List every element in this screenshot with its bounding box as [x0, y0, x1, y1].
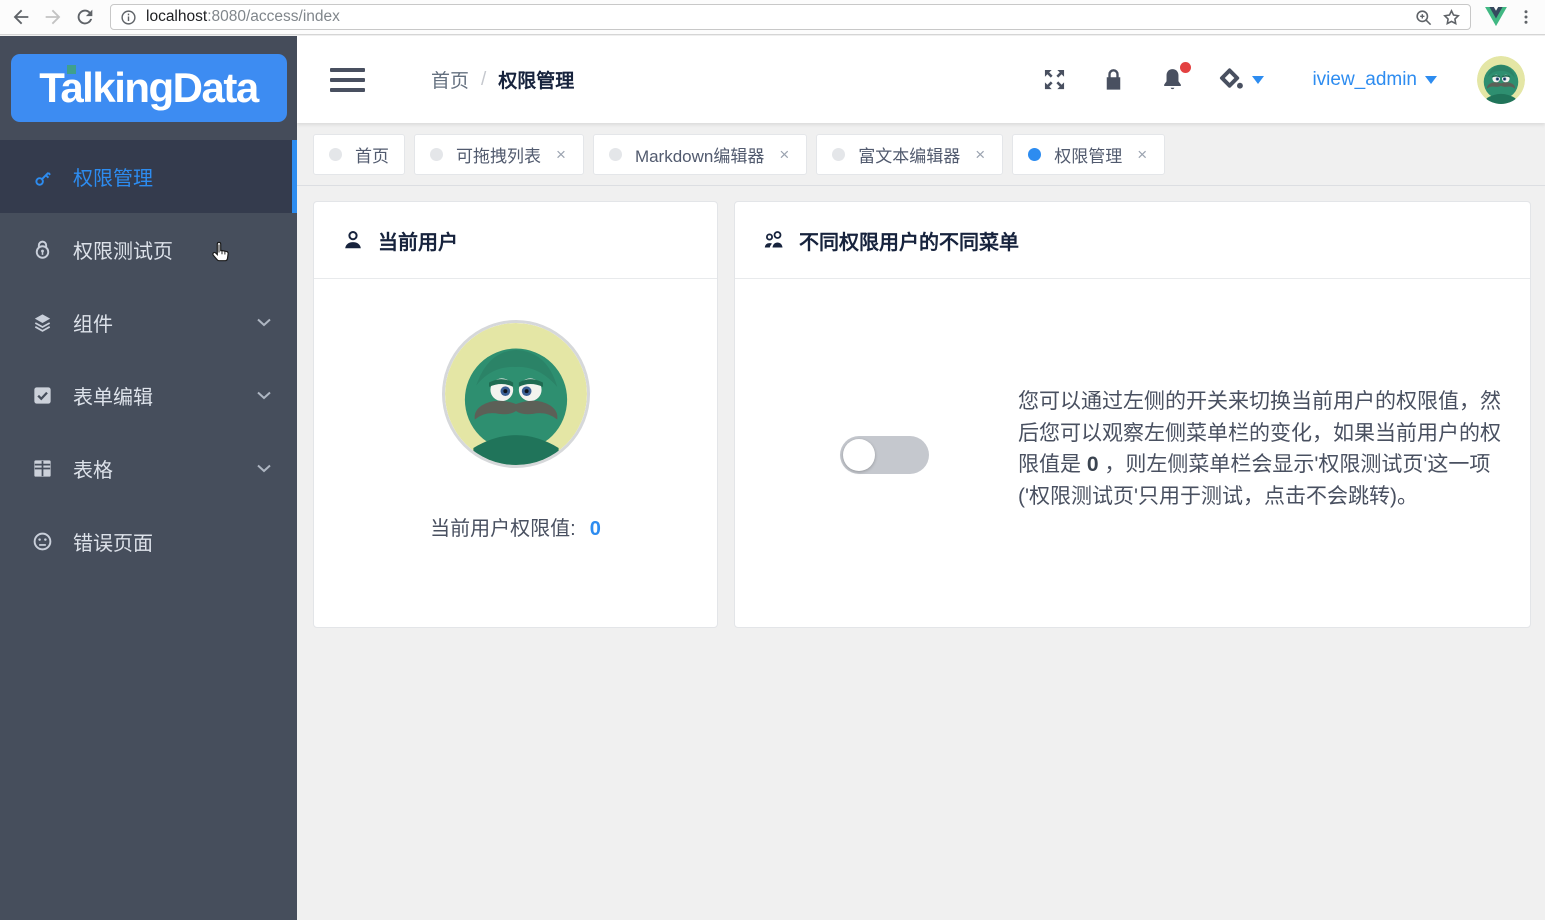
address-bar[interactable]: localhost:8080/access/index: [110, 4, 1471, 30]
toggle-knob: [843, 439, 875, 471]
url-text: localhost:8080/access/index: [146, 8, 340, 25]
username: iview_admin: [1312, 68, 1417, 90]
collapse-menu-icon[interactable]: [330, 67, 365, 92]
chevron-down-icon: [257, 318, 271, 327]
menu-permission-card-header: 不同权限用户的不同菜单: [735, 202, 1530, 279]
monster-avatar-image: [1477, 55, 1525, 104]
permission-value-line: 当前用户权限值: 0: [314, 512, 717, 541]
key-icon: [35, 172, 51, 186]
tab-close-icon[interactable]: ×: [973, 145, 987, 164]
talkingdata-logo[interactable]: TalkingData: [10, 54, 287, 122]
app-header: 首页 / 权限管理 iview_admin: [297, 36, 1545, 123]
sidebar-item-label: 组件: [73, 314, 113, 336]
app-frame: TalkingData 权限管理 权限测试页 组件 表单编辑 表格 错误页面 首…: [0, 36, 1545, 920]
sidebar-item-access-test[interactable]: 权限测试页: [0, 213, 297, 286]
tab-dot-icon: [430, 147, 443, 161]
main-area: 首页 / 权限管理 iview_admin 首页 可拖拽列表 × Markdow…: [297, 36, 1545, 920]
sidebar-item-label: 表格: [73, 460, 113, 482]
notification-badge: [1180, 62, 1192, 73]
logo-tick-mark: [66, 65, 76, 74]
permission-value: 0: [589, 518, 601, 540]
description-bold-value: 0: [1086, 453, 1099, 476]
zoom-page-icon[interactable]: [1414, 8, 1433, 27]
menu-permission-card-body: 您可以通过左侧的开关来切换当前用户的权限值，然后您可以观察左侧菜单栏的变化，如果…: [735, 279, 1530, 628]
current-user-card: 当前用户 当前用户权限值: 0: [313, 201, 718, 628]
bookmark-star-icon[interactable]: [1442, 8, 1461, 27]
theme-picker[interactable]: [1218, 66, 1265, 93]
sidebar-menu: 权限管理 权限测试页 组件 表单编辑 表格 错误页面: [0, 140, 297, 578]
tab-dot-icon: [1028, 147, 1042, 161]
sidebar-item-tables[interactable]: 表格: [0, 432, 297, 505]
tab-label: 富文本编辑器: [858, 146, 961, 166]
card-title: 当前用户: [378, 231, 458, 254]
breadcrumb-separator: /: [481, 68, 487, 90]
person-icon: [345, 231, 361, 249]
browser-back-icon[interactable]: [10, 6, 32, 28]
people-icon: [764, 231, 783, 248]
vue-devtools-icon[interactable]: [1485, 7, 1507, 27]
user-menu[interactable]: iview_admin: [1312, 69, 1437, 91]
sidebar-item-access-admin[interactable]: 权限管理: [0, 140, 297, 213]
current-user-avatar: [441, 320, 590, 468]
user-avatar[interactable]: [1477, 55, 1525, 104]
tab-label: 可拖拽列表: [456, 146, 541, 166]
breadcrumb-home[interactable]: 首页: [431, 66, 469, 93]
paint-bucket-icon: [1220, 68, 1244, 89]
table-icon: [34, 460, 51, 477]
tab-markdown-editor[interactable]: Markdown编辑器 ×: [592, 133, 808, 175]
permission-toggle[interactable]: [840, 436, 929, 474]
sidebar: TalkingData 权限管理 权限测试页 组件 表单编辑 表格 错误页面: [0, 36, 297, 920]
page-info-icon[interactable]: [120, 9, 137, 26]
tab-label: 首页: [355, 146, 389, 166]
tab-dot-icon: [329, 147, 342, 161]
card-title: 不同权限用户的不同菜单: [799, 231, 1019, 254]
tab-dot-icon: [832, 147, 846, 161]
fullscreen-icon[interactable]: [1041, 66, 1068, 93]
breadcrumb-current: 权限管理: [498, 71, 575, 92]
browser-forward-icon[interactable]: [42, 6, 64, 28]
tab-label: 权限管理: [1054, 146, 1123, 166]
tab-close-icon[interactable]: ×: [777, 145, 791, 164]
tab-dot-icon: [608, 147, 622, 161]
sidebar-item-label: 权限管理: [73, 168, 153, 190]
tab-home[interactable]: 首页: [313, 133, 405, 175]
permission-description: 您可以通过左侧的开关来切换当前用户的权限值，然后您可以观察左侧菜单栏的变化，如果…: [1018, 390, 1501, 508]
current-user-card-header: 当前用户: [314, 202, 717, 279]
browser-menu-icon[interactable]: [1517, 8, 1535, 26]
notifications-button[interactable]: [1159, 62, 1192, 93]
layers-icon: [34, 314, 51, 332]
current-user-card-body: 当前用户权限值: 0: [314, 320, 717, 541]
chevron-down-icon: [257, 464, 271, 473]
logo-band: TalkingData: [0, 36, 297, 140]
tab-label: Markdown编辑器: [634, 146, 765, 166]
header-actions: iview_admin: [1041, 55, 1525, 104]
caret-down-icon: [1252, 75, 1265, 84]
browser-toolbar: localhost:8080/access/index: [0, 0, 1545, 35]
tab-draggable-list[interactable]: 可拖拽列表 ×: [414, 133, 584, 175]
sidebar-item-label: 表单编辑: [73, 387, 153, 409]
tab-access-admin[interactable]: 权限管理 ×: [1012, 133, 1166, 175]
lock-screen-icon[interactable]: [1100, 66, 1127, 93]
sidebar-item-label: 错误页面: [73, 533, 153, 555]
chevron-down-icon: [257, 391, 271, 400]
tab-close-icon[interactable]: ×: [1135, 145, 1149, 164]
permission-label: 当前用户权限值:: [430, 518, 576, 540]
tab-close-icon[interactable]: ×: [554, 145, 568, 164]
open-tabs-bar: 首页 可拖拽列表 × Markdown编辑器 × 富文本编辑器 × 权限管理 ×: [297, 123, 1545, 186]
menu-permission-card: 不同权限用户的不同菜单 您可以通过左侧的开关来切换当前用户的权限值，然后您可以观…: [734, 201, 1531, 628]
breadcrumb: 首页 / 权限管理: [431, 66, 574, 93]
sidebar-item-label: 权限测试页: [73, 241, 173, 263]
tab-richtext-editor[interactable]: 富文本编辑器 ×: [816, 133, 1004, 175]
sidebar-item-components[interactable]: 组件: [0, 286, 297, 359]
browser-refresh-icon[interactable]: [74, 6, 96, 28]
sad-face-icon: [33, 532, 52, 551]
monster-avatar-image: [444, 323, 587, 465]
sidebar-item-error-pages[interactable]: 错误页面: [0, 505, 297, 578]
lock-badge-icon: [35, 240, 50, 259]
page-content: 当前用户 当前用户权限值: 0 不同权限用户的不同菜单 您可以通过左侧的开关来切…: [297, 186, 1545, 628]
sidebar-item-form-edit[interactable]: 表单编辑: [0, 359, 297, 432]
caret-down-icon: [1425, 75, 1437, 84]
checkbox-icon: [34, 387, 51, 404]
